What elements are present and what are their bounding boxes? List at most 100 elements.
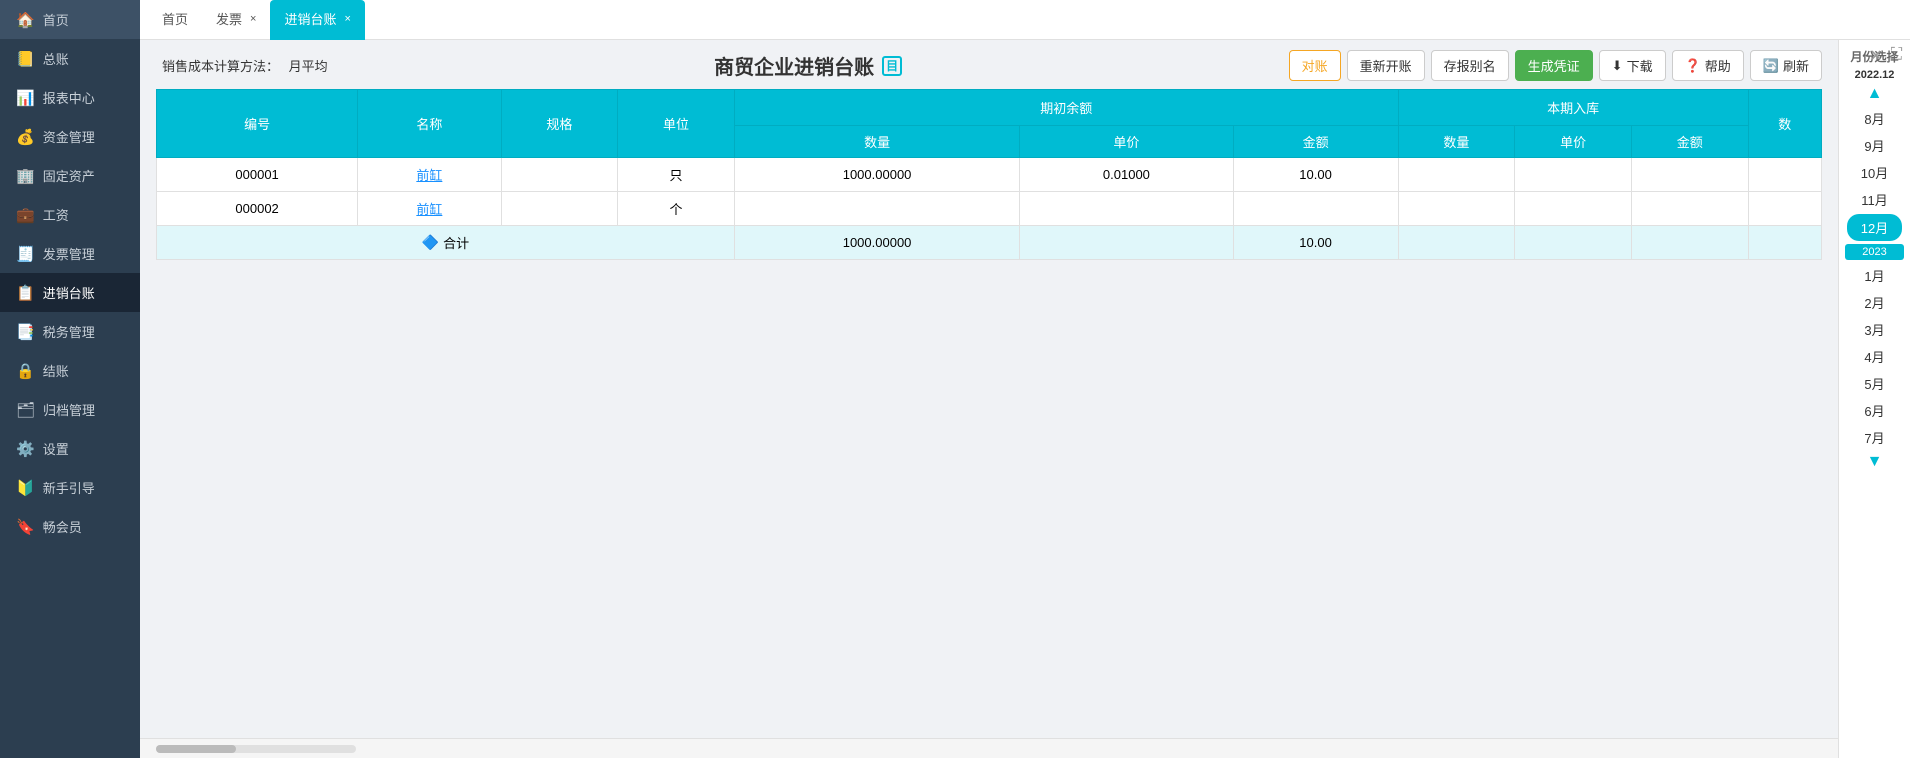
col-spec: 规格 (501, 90, 618, 158)
total-in-qty (1398, 226, 1515, 260)
sidebar-item-home[interactable]: 🏠 首页 (0, 0, 140, 39)
sidebar-label-home: 首页 (43, 10, 69, 29)
window-close-button[interactable]: ✕ (1869, 46, 1882, 66)
ledger-icon: 📒 (16, 50, 35, 68)
sidebar-item-tax[interactable]: 📑 税务管理 (0, 312, 140, 351)
sidebar-label-purchase-sale: 进销台账 (43, 283, 95, 302)
cell-in-amount-2 (1631, 192, 1748, 226)
cell-name-2[interactable]: 前缸 (358, 192, 501, 226)
cell-spec-2 (501, 192, 618, 226)
toolbar-buttons: 对账 重新开账 存报别名 生成凭证 ⬇ 下载 ❓ 帮助 🔄 刷新 (1289, 50, 1822, 81)
col-opening-balance: 期初余额 (734, 90, 1398, 126)
cost-method-label: 销售成本计算方法： (162, 59, 279, 74)
total-icon: 🔷 (422, 234, 439, 251)
main-area: 首页 发票 × 进销台账 × ✕ ⛶ 销售成本计算方法： 月平均 (140, 0, 1910, 758)
cell-name-1[interactable]: 前缸 (358, 158, 501, 192)
month-year-2022: 2022.12 (1839, 67, 1910, 83)
cell-code-1: 000001 (157, 158, 358, 192)
month-item-7[interactable]: 7月 (1839, 424, 1910, 451)
sidebar-item-ledger[interactable]: 📒 总账 (0, 39, 140, 78)
sidebar-item-salary[interactable]: 💼 工资 (0, 195, 140, 234)
sidebar-label-funds: 资金管理 (43, 127, 95, 146)
month-item-5[interactable]: 5月 (1839, 370, 1910, 397)
sidebar-item-settings[interactable]: ⚙️ 设置 (0, 429, 140, 468)
cell-in-qty-1 (1398, 158, 1515, 192)
month-item-2[interactable]: 2月 (1839, 289, 1910, 316)
col-period-in: 本期入库 (1398, 90, 1748, 126)
total-in-price (1515, 226, 1632, 260)
tab-invoice[interactable]: 发票 × (202, 0, 270, 40)
sidebar-label-member: 畅会员 (43, 517, 82, 536)
total-opening-price (1020, 226, 1233, 260)
help-button[interactable]: ❓ 帮助 (1672, 50, 1744, 81)
window-maximize-button[interactable]: ⛶ (1891, 46, 1902, 66)
download-icon: ⬇ (1612, 58, 1623, 74)
month-prev-button[interactable]: ▲ (1839, 83, 1910, 105)
sidebar-item-close[interactable]: 🔒 结账 (0, 351, 140, 390)
bottom-bar (140, 738, 1838, 758)
cell-spec-1 (501, 158, 618, 192)
tab-purchase-sale-close[interactable]: × (344, 13, 350, 25)
col-code: 编号 (157, 90, 358, 158)
save-alias-button[interactable]: 存报别名 (1431, 50, 1509, 81)
content-area: ✕ ⛶ 销售成本计算方法： 月平均 商贸企业进销台账 目 对账 重新开账 存报别… (140, 40, 1910, 758)
month-panel: 月份选择 2022.12 ▲ 8月 9月 10月 11月 12月 2023 1月… (1838, 40, 1910, 758)
tab-home[interactable]: 首页 (148, 0, 202, 40)
reopen-button[interactable]: 重新开账 (1347, 50, 1425, 81)
cell-opening-price-2 (1020, 192, 1233, 226)
cell-extra-2 (1748, 192, 1821, 226)
generate-voucher-button[interactable]: 生成凭证 (1515, 50, 1593, 81)
sidebar-item-assets[interactable]: 🏢 固定资产 (0, 156, 140, 195)
tab-purchase-sale-label: 进销台账 (284, 9, 336, 28)
tab-invoice-close[interactable]: × (250, 13, 256, 25)
scrollbar-track[interactable] (156, 745, 356, 753)
cell-opening-qty-2 (734, 192, 1019, 226)
total-in-amount (1631, 226, 1748, 260)
download-button[interactable]: ⬇ 下载 (1599, 50, 1666, 81)
reports-icon: 📊 (16, 89, 35, 107)
sidebar-item-purchase-sale[interactable]: 📋 进销台账 (0, 273, 140, 312)
col-in-amount: 金额 (1631, 126, 1748, 158)
month-next-button[interactable]: ▼ (1839, 451, 1910, 473)
page-title-icon: 目 (882, 56, 902, 76)
cost-method-value: 月平均 (289, 59, 328, 74)
month-item-6[interactable]: 6月 (1839, 397, 1910, 424)
month-item-12[interactable]: 12月 (1847, 214, 1902, 241)
sidebar-item-member[interactable]: 🔖 畅会员 (0, 507, 140, 546)
help-icon: ❓ (1685, 58, 1701, 74)
scrollbar-thumb[interactable] (156, 745, 236, 753)
guide-icon: 🔰 (16, 479, 35, 497)
month-item-9[interactable]: 9月 (1839, 132, 1910, 159)
sidebar-item-guide[interactable]: 🔰 新手引导 (0, 468, 140, 507)
sidebar-label-tax: 税务管理 (43, 322, 95, 341)
month-item-11[interactable]: 11月 (1839, 186, 1910, 213)
sidebar-item-archive[interactable]: 🗂 归档管理 (0, 390, 140, 429)
cell-opening-amount-1: 10.00 (1233, 158, 1398, 192)
col-unit: 单位 (618, 90, 735, 158)
sidebar-item-funds[interactable]: 💰 资金管理 (0, 117, 140, 156)
month-item-4[interactable]: 4月 (1839, 343, 1910, 370)
salary-icon: 💼 (16, 206, 35, 224)
archive-icon: 🗂 (16, 401, 35, 419)
col-name: 名称 (358, 90, 501, 158)
invoice-mgmt-icon: 🧾 (16, 245, 35, 263)
month-item-8[interactable]: 8月 (1839, 105, 1910, 132)
reconcile-button[interactable]: 对账 (1289, 50, 1341, 81)
cell-in-price-2 (1515, 192, 1632, 226)
tab-purchase-sale[interactable]: 进销台账 × (270, 0, 364, 40)
total-label-cell: 🔷 合计 (157, 226, 735, 260)
month-item-10[interactable]: 10月 (1839, 159, 1910, 186)
sidebar-label-close: 结账 (43, 361, 69, 380)
month-item-1[interactable]: 1月 (1839, 262, 1910, 289)
funds-icon: 💰 (16, 128, 35, 146)
month-item-3[interactable]: 3月 (1839, 316, 1910, 343)
col-opening-qty: 数量 (734, 126, 1019, 158)
sidebar-item-reports[interactable]: 📊 报表中心 (0, 78, 140, 117)
sidebar-item-invoice-mgmt[interactable]: 🧾 发票管理 (0, 234, 140, 273)
assets-icon: 🏢 (16, 167, 35, 185)
cell-unit-1: 只 (618, 158, 735, 192)
table-row: 000002 前缸 个 (157, 192, 1822, 226)
sidebar-label-archive: 归档管理 (43, 400, 95, 419)
tab-bar: 首页 发票 × 进销台账 × (140, 0, 1910, 40)
refresh-button[interactable]: 🔄 刷新 (1750, 50, 1822, 81)
